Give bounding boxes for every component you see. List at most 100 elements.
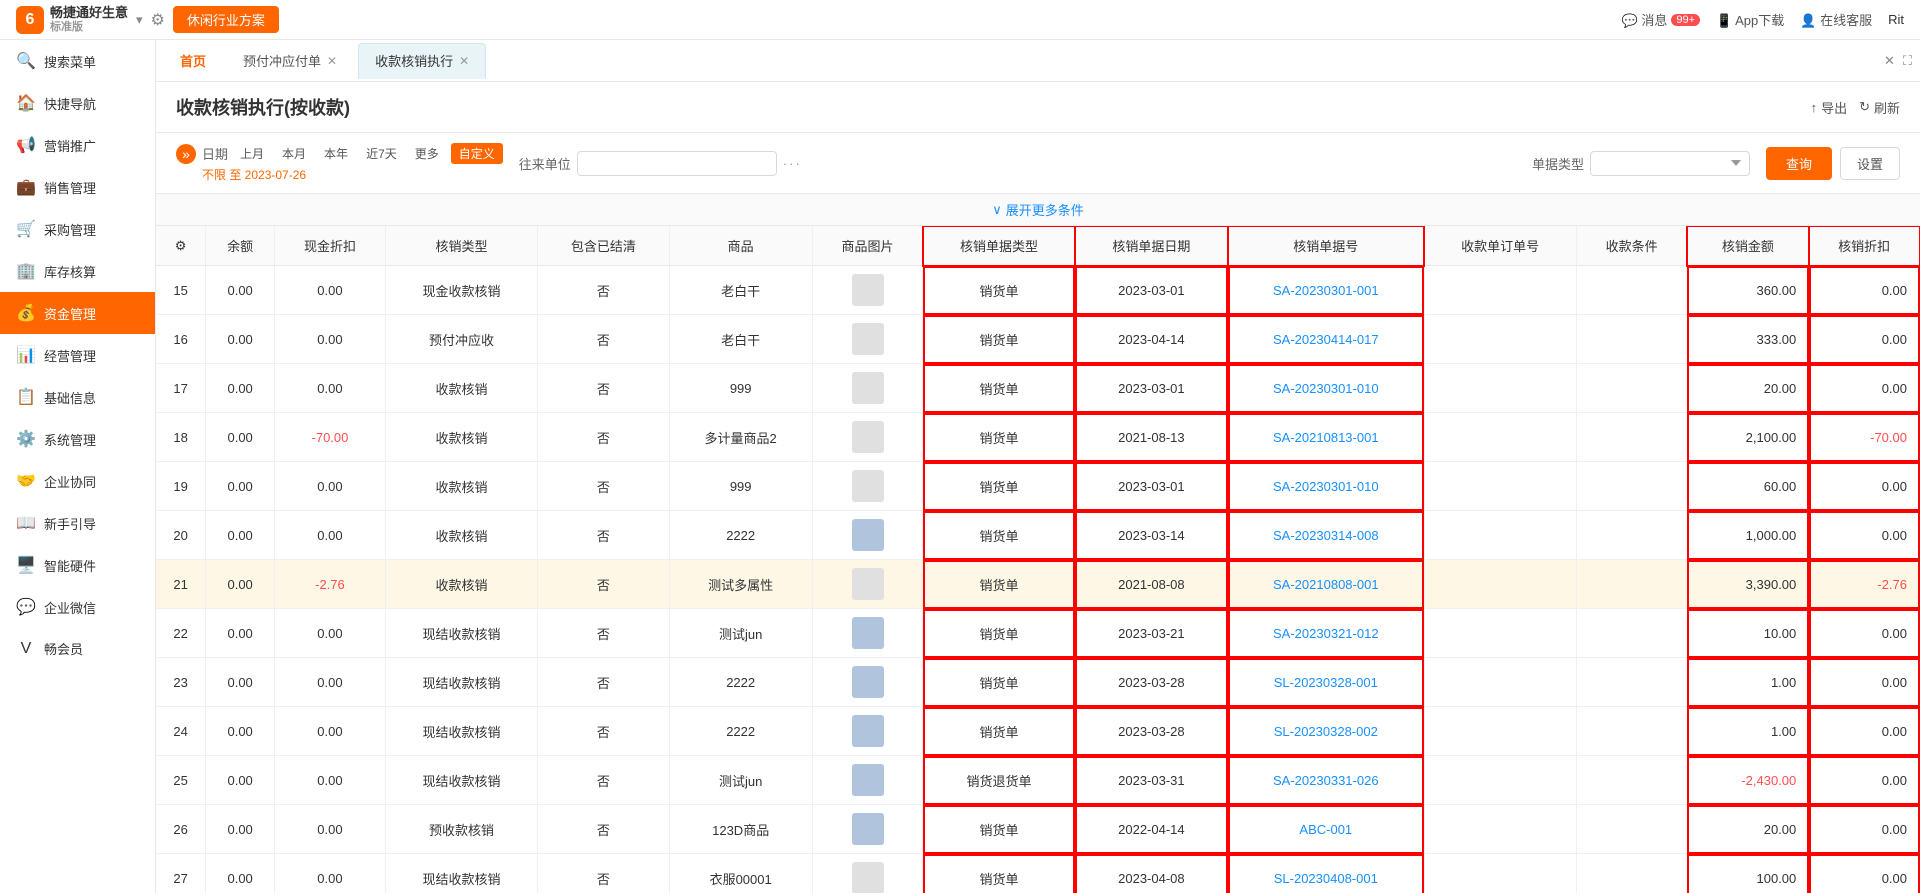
cell-writeoff-bill-no[interactable]: ABC-001 <box>1228 805 1424 854</box>
cell-cash-discount: 0.00 <box>275 805 386 854</box>
cell-writeoff-bill-no[interactable]: SA-20230414-017 <box>1228 315 1424 364</box>
cell-writeoff-bill-no[interactable]: SA-20230301-001 <box>1228 266 1424 315</box>
date-last-month-btn[interactable]: 上月 <box>234 143 270 164</box>
date-custom-btn[interactable]: 自定义 <box>451 143 503 164</box>
table-row: 27 0.00 0.00 现结收款核销 否 衣服00001 销货单 2023-0… <box>156 854 1920 893</box>
table-row: 19 0.00 0.00 收款核销 否 999 销货单 2023-03-01 S… <box>156 462 1920 511</box>
bill-type-select[interactable] <box>1590 151 1750 176</box>
sidebar-item-hardware[interactable]: 🖥️ 智能硬件 <box>0 544 155 586</box>
cell-writeoff-bill-no[interactable]: SA-20210813-001 <box>1228 413 1424 462</box>
sidebar-item-member[interactable]: V 畅会员 <box>0 628 155 669</box>
cell-receipt-condition <box>1576 413 1687 462</box>
cell-writeoff-bill-no[interactable]: SL-20230328-002 <box>1228 707 1424 756</box>
chevron-down-icon[interactable]: ▾ <box>136 12 143 28</box>
brand-solution-button[interactable]: 休闲行业方案 <box>173 6 279 33</box>
user-name: Rit <box>1888 12 1904 27</box>
close-tab-icon[interactable]: ✕ <box>1884 53 1895 69</box>
export-button[interactable]: ↑ 导出 <box>1811 98 1848 117</box>
sidebar-item-sales[interactable]: 💼 销售管理 <box>0 166 155 208</box>
cell-writeoff-bill-type: 销货单 <box>923 609 1075 658</box>
col-settings[interactable]: ⚙ <box>156 226 206 266</box>
date-more-btn[interactable]: 更多 <box>409 143 445 164</box>
goods-image-thumb <box>852 470 884 502</box>
cell-cash-discount: 0.00 <box>275 707 386 756</box>
cell-writeoff-bill-no[interactable]: SA-20230331-026 <box>1228 756 1424 805</box>
table-row: 15 0.00 0.00 现金收款核销 否 老白干 销货单 2023-03-01… <box>156 266 1920 315</box>
cell-receipt-condition <box>1576 462 1687 511</box>
date-this-year-btn[interactable]: 本年 <box>318 143 354 164</box>
cell-writeoff-bill-date: 2023-03-31 <box>1075 756 1227 805</box>
sidebar-item-purchase[interactable]: 🛒 采购管理 <box>0 208 155 250</box>
cell-receipt-order-no <box>1424 511 1576 560</box>
sidebar-item-marketing[interactable]: 📢 营销推广 <box>0 124 155 166</box>
cell-writeoff-bill-type: 销货单 <box>923 805 1075 854</box>
cell-writeoff-discount: -70.00 <box>1809 413 1920 462</box>
cell-writeoff-bill-no[interactable]: SL-20230408-001 <box>1228 854 1424 893</box>
sidebar-item-inventory[interactable]: 🏢 库存核算 <box>0 250 155 292</box>
cell-writeoff-bill-type: 销货单 <box>923 462 1075 511</box>
sidebar-label-basic: 基础信息 <box>44 388 96 407</box>
cell-goods-image <box>812 413 923 462</box>
expand-more-button[interactable]: ∨ 展开更多条件 <box>992 200 1084 219</box>
sidebar-label-member: 畅会员 <box>44 639 83 658</box>
sidebar-item-finance[interactable]: 💰 资金管理 <box>0 292 155 334</box>
cell-writeoff-bill-type: 销货单 <box>923 854 1075 893</box>
sidebar-item-search[interactable]: 🔍 搜索菜单 <box>0 40 155 82</box>
tab-prepay[interactable]: 预付冲应付单 ✕ <box>226 43 354 79</box>
online-service-link[interactable]: 👤 在线客服 <box>1800 10 1872 29</box>
refresh-button[interactable]: ↻ 刷新 <box>1859 98 1900 117</box>
sidebar-item-enterprise[interactable]: 🤝 企业协同 <box>0 460 155 502</box>
cell-include-settled: 否 <box>538 511 670 560</box>
query-button[interactable]: 查询 <box>1766 147 1832 180</box>
cell-writeoff-type: 现结收款核销 <box>385 609 537 658</box>
cell-include-settled: 否 <box>538 266 670 315</box>
app-download-link[interactable]: 📱 App下载 <box>1716 10 1784 29</box>
gear-icon[interactable]: ⚙ <box>151 10 165 30</box>
purchase-icon: 🛒 <box>16 219 36 239</box>
partner-input[interactable] <box>577 151 777 176</box>
maximize-icon[interactable]: ⛶ <box>1903 53 1912 69</box>
date-7days-btn[interactable]: 近7天 <box>360 143 403 164</box>
col-receipt-order-no: 收款单订单号 <box>1424 226 1576 266</box>
cell-writeoff-bill-no[interactable]: SA-20210808-001 <box>1228 560 1424 609</box>
data-table: ⚙ 余额 现金折扣 核销类型 包含已结清 商品 商品图片 核销单据类型 核销单据… <box>156 226 1920 893</box>
cell-cash-discount: 0.00 <box>275 364 386 413</box>
notification-area[interactable]: 💬 消息 99+ <box>1622 10 1700 29</box>
tab-collection[interactable]: 收款核销执行 ✕ <box>358 43 486 79</box>
cell-no: 16 <box>156 315 206 364</box>
cell-writeoff-type: 收款核销 <box>385 413 537 462</box>
cell-writeoff-bill-no[interactable]: SA-20230314-008 <box>1228 511 1424 560</box>
tab-home[interactable]: 首页 <box>164 43 222 79</box>
cell-writeoff-discount: -2.76 <box>1809 560 1920 609</box>
cell-include-settled: 否 <box>538 805 670 854</box>
filter-bar: » 日期 上月 本月 本年 近7天 更多 自定义 不限 至 2023-07-26 <box>156 133 1920 194</box>
cell-writeoff-type: 收款核销 <box>385 511 537 560</box>
date-this-month-btn[interactable]: 本月 <box>276 143 312 164</box>
cell-writeoff-bill-date: 2021-08-08 <box>1075 560 1227 609</box>
cell-writeoff-amount: 1,000.00 <box>1687 511 1809 560</box>
sidebar-item-basic[interactable]: 📋 基础信息 <box>0 376 155 418</box>
sidebar-item-guide[interactable]: 📖 新手引导 <box>0 502 155 544</box>
sidebar-item-nav[interactable]: 🏠 快捷导航 <box>0 82 155 124</box>
goods-image-thumb <box>852 421 884 453</box>
cell-writeoff-bill-no[interactable]: SA-20230321-012 <box>1228 609 1424 658</box>
cell-writeoff-bill-no[interactable]: SA-20230301-010 <box>1228 462 1424 511</box>
cell-writeoff-amount: -2,430.00 <box>1687 756 1809 805</box>
goods-image-thumb <box>852 274 884 306</box>
tab-collection-close[interactable]: ✕ <box>459 54 469 68</box>
home-icon: 🏠 <box>16 93 36 113</box>
sidebar-item-wechat[interactable]: 💬 企业微信 <box>0 586 155 628</box>
table-container[interactable]: ⚙ 余额 现金折扣 核销类型 包含已结清 商品 商品图片 核销单据类型 核销单据… <box>156 226 1920 893</box>
tab-prepay-close[interactable]: ✕ <box>327 54 337 68</box>
cell-writeoff-bill-no[interactable]: SL-20230328-001 <box>1228 658 1424 707</box>
cell-cash-discount: 0.00 <box>275 511 386 560</box>
sidebar-item-system[interactable]: ⚙️ 系统管理 <box>0 418 155 460</box>
col-goods-image: 商品图片 <box>812 226 923 266</box>
cell-writeoff-bill-no[interactable]: SA-20230301-010 <box>1228 364 1424 413</box>
col-balance: 余额 <box>206 226 275 266</box>
settings-button[interactable]: 设置 <box>1840 147 1900 180</box>
sidebar-item-business[interactable]: 📊 经营管理 <box>0 334 155 376</box>
business-icon: 📊 <box>16 345 36 365</box>
cell-receipt-order-no <box>1424 707 1576 756</box>
expand-arrow-icon[interactable]: » <box>176 144 196 164</box>
